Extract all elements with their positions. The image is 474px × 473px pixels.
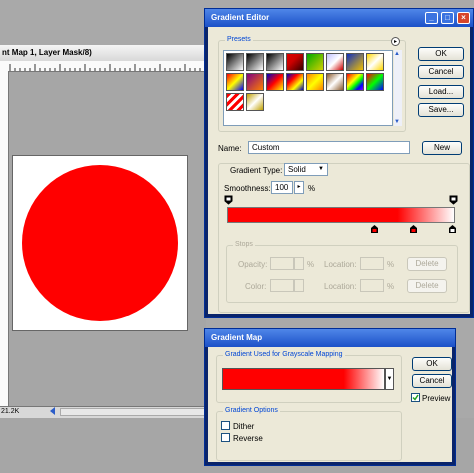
- gradient-preview-bar[interactable]: [227, 207, 455, 223]
- preset-swatch[interactable]: [246, 93, 264, 111]
- chevron-down-icon: ▼: [318, 166, 324, 172]
- location-field: [360, 257, 384, 270]
- location2-label: Location:: [324, 282, 357, 291]
- color-arrow-icon: [294, 279, 304, 292]
- gradient-dropdown-icon[interactable]: ▼: [385, 368, 394, 390]
- red-circle-image: [22, 165, 178, 321]
- preset-swatch[interactable]: [246, 53, 264, 71]
- preset-swatch[interactable]: [286, 53, 304, 71]
- gradient-editor-title-bar[interactable]: Gradient Editor _ □ ×: [205, 9, 473, 27]
- horizontal-scrollbar[interactable]: [60, 408, 206, 416]
- load-button[interactable]: Load...: [418, 85, 464, 99]
- smoothness-field[interactable]: 100: [271, 181, 293, 194]
- gradient-map-title: Gradient Map: [211, 333, 263, 342]
- dither-checkbox[interactable]: [221, 421, 230, 430]
- preset-swatch[interactable]: [246, 73, 264, 91]
- name-field[interactable]: Custom: [248, 141, 410, 154]
- preset-scrollbar[interactable]: ▲ ▼: [394, 50, 402, 126]
- preset-swatch[interactable]: [266, 73, 284, 91]
- gradient-map-dialog: Gradient Map Gradient Used for Grayscale…: [204, 328, 456, 466]
- gradient-map-title-bar[interactable]: Gradient Map: [205, 329, 455, 347]
- location-unit: %: [387, 260, 395, 269]
- location2-unit: %: [387, 282, 395, 291]
- new-button[interactable]: New: [422, 141, 462, 155]
- preset-swatch[interactable]: [366, 73, 384, 91]
- preset-swatch[interactable]: [226, 93, 244, 111]
- gradient-map-preview-bar[interactable]: [222, 368, 385, 390]
- ruler-horizontal: [0, 61, 206, 72]
- map-ok-button[interactable]: OK: [412, 357, 452, 371]
- presets-menu-icon[interactable]: ▸: [391, 37, 400, 46]
- save-button[interactable]: Save...: [418, 103, 464, 117]
- document-title: nt Map 1, Layer Mask/8): [2, 48, 92, 57]
- preset-swatch[interactable]: [346, 73, 364, 91]
- ruler-ticks: [9, 64, 201, 71]
- presets-label: Presets: [225, 36, 253, 43]
- minimize-button[interactable]: _: [425, 12, 438, 24]
- stops-label: Stops: [233, 241, 255, 248]
- preset-swatch[interactable]: [266, 53, 284, 71]
- color-stop-3[interactable]: [448, 224, 457, 234]
- smoothness-unit: %: [308, 184, 316, 193]
- stops-group: Stops: [226, 241, 458, 303]
- preset-swatch[interactable]: [306, 73, 324, 91]
- preset-list[interactable]: [223, 50, 393, 126]
- location-label: Location:: [324, 260, 357, 269]
- scroll-down-icon[interactable]: ▼: [394, 119, 400, 125]
- name-label: Name:: [218, 144, 242, 153]
- ok-button[interactable]: OK: [418, 47, 464, 61]
- location2-field: [360, 279, 384, 292]
- status-zoom: 21.2K: [1, 408, 20, 415]
- gradient-type-label: Gradient Type:: [230, 166, 283, 175]
- cancel-button[interactable]: Cancel: [418, 65, 464, 79]
- opacity-field: [270, 257, 294, 270]
- opacity-stop-right[interactable]: [449, 195, 458, 205]
- status-arrow-icon[interactable]: [50, 407, 55, 415]
- gradient-type-value: Solid: [288, 165, 306, 174]
- color-stop-2[interactable]: [409, 224, 418, 234]
- color-stop-1[interactable]: [370, 224, 379, 234]
- document-title-bar[interactable]: nt Map 1, Layer Mask/8): [0, 45, 206, 62]
- color-field: [270, 279, 294, 292]
- reverse-checkbox[interactable]: [221, 433, 230, 442]
- smoothness-label: Smoothness:: [224, 184, 271, 193]
- smoothness-arrow-icon[interactable]: ▸: [294, 181, 304, 194]
- preset-swatch[interactable]: [346, 53, 364, 71]
- preset-swatch[interactable]: [326, 73, 344, 91]
- preview-label: Preview: [422, 394, 451, 403]
- preset-swatch[interactable]: [326, 53, 344, 71]
- preset-swatch[interactable]: [286, 73, 304, 91]
- preset-swatch[interactable]: [226, 73, 244, 91]
- gradient-used-label: Gradient Used for Grayscale Mapping: [223, 351, 345, 358]
- opacity-unit: %: [307, 260, 315, 269]
- preset-swatch[interactable]: [226, 53, 244, 71]
- maximize-button[interactable]: □: [441, 12, 454, 24]
- opacity-label: Opacity:: [238, 260, 268, 269]
- map-cancel-button[interactable]: Cancel: [412, 374, 452, 388]
- scroll-up-icon[interactable]: ▲: [394, 51, 400, 57]
- gradient-editor-title: Gradient Editor: [211, 13, 270, 22]
- preset-swatch[interactable]: [366, 53, 384, 71]
- checkmark-icon: [412, 394, 419, 401]
- opacity-stop-left[interactable]: [224, 195, 233, 205]
- color-label: Color:: [245, 282, 267, 291]
- gradient-options-label: Gradient Options: [223, 407, 280, 414]
- gradient-type-select[interactable]: Solid ▼: [284, 163, 328, 176]
- close-button[interactable]: ×: [457, 12, 470, 24]
- delete-opacity-button: Delete: [407, 257, 447, 271]
- gradient-editor-dialog: Gradient Editor _ □ × Presets ▸ ▲ ▼ OK C…: [204, 8, 474, 318]
- preview-checkbox[interactable]: [411, 393, 420, 402]
- dither-label: Dither: [233, 422, 255, 431]
- delete-color-button: Delete: [407, 279, 447, 293]
- opacity-arrow-icon: [294, 257, 304, 270]
- reverse-label: Reverse: [233, 434, 263, 443]
- preset-swatch[interactable]: [306, 53, 324, 71]
- ruler-vertical: [0, 71, 9, 406]
